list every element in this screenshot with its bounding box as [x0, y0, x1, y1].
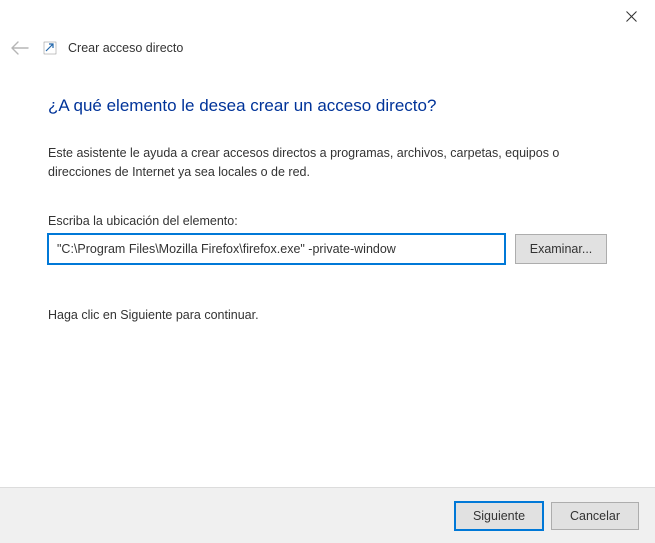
back-button[interactable] [8, 36, 32, 60]
browse-button[interactable]: Examinar... [515, 234, 607, 264]
wizard-question: ¿A qué elemento le desea crear un acceso… [48, 96, 607, 116]
next-button[interactable]: Siguiente [455, 502, 543, 530]
wizard-title: Crear acceso directo [68, 41, 183, 55]
shortcut-icon [42, 40, 58, 56]
close-icon [626, 11, 637, 22]
wizard-footer: Siguiente Cancelar [0, 487, 655, 543]
arrow-left-icon [11, 41, 29, 55]
titlebar [0, 0, 655, 32]
location-input[interactable] [48, 234, 505, 264]
close-button[interactable] [611, 2, 651, 30]
location-label: Escriba la ubicación del elemento: [48, 214, 607, 228]
wizard-description: Este asistente le ayuda a crear accesos … [48, 144, 607, 182]
wizard-instruction: Haga clic en Siguiente para continuar. [48, 308, 607, 322]
cancel-button[interactable]: Cancelar [551, 502, 639, 530]
location-row: Examinar... [48, 234, 607, 264]
wizard-header: Crear acceso directo [0, 32, 655, 60]
wizard-content: ¿A qué elemento le desea crear un acceso… [0, 60, 655, 322]
